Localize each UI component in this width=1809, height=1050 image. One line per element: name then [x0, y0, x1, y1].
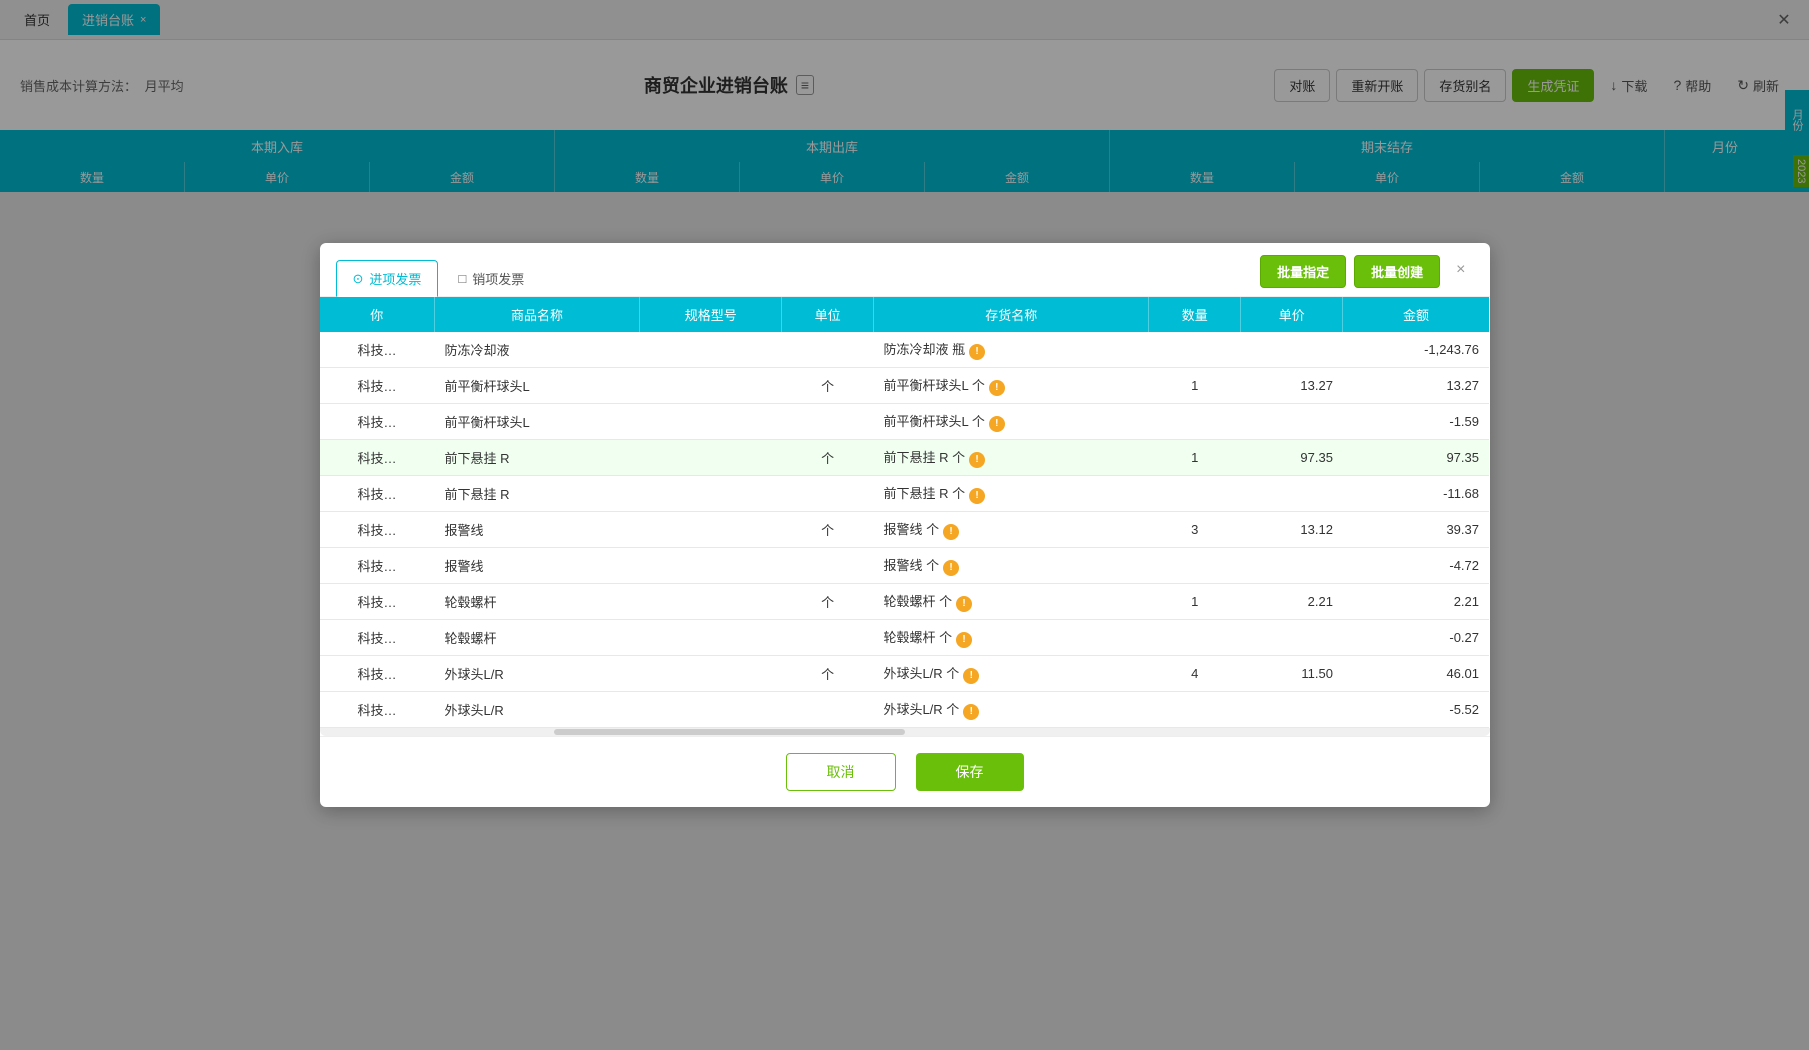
- table-row[interactable]: 科技…前下悬挂 R前下悬挂 R 个!-11.68: [320, 476, 1490, 512]
- th-col8: 金额: [1343, 297, 1489, 332]
- modal-tabs: ⊙ 进项发票 □ 销项发票: [336, 260, 541, 296]
- th-col4: 单位: [782, 297, 874, 332]
- modal-header: ⊙ 进项发票 □ 销项发票 批量指定 批量创建 ×: [320, 243, 1490, 297]
- table-row[interactable]: 科技…前下悬挂 R个前下悬挂 R 个!197.3597.35: [320, 440, 1490, 476]
- th-col7: 单价: [1241, 297, 1343, 332]
- modal-top-btns: 批量指定 批量创建 ×: [1260, 255, 1473, 288]
- save-button[interactable]: 保存: [916, 753, 1024, 791]
- warn-icon: !: [989, 416, 1005, 432]
- warn-icon: !: [956, 596, 972, 612]
- warn-icon: !: [963, 704, 979, 720]
- th-col6: 数量: [1149, 297, 1241, 332]
- modal-overlay: ⊙ 进项发票 □ 销项发票 批量指定 批量创建 × 你 商品名: [0, 0, 1809, 1050]
- scrollbar-thumb[interactable]: [554, 729, 905, 735]
- table-row[interactable]: 科技…防冻冷却液防冻冷却液 瓶!-1,243.76: [320, 332, 1490, 368]
- tab-input-invoice[interactable]: ⊙ 进项发票: [336, 260, 439, 297]
- warn-icon: !: [969, 344, 985, 360]
- table-row[interactable]: 科技…前平衡杆球头L个前平衡杆球头L 个!113.2713.27: [320, 368, 1490, 404]
- modal-close-button[interactable]: ×: [1448, 257, 1473, 283]
- batch-assign-button[interactable]: 批量指定: [1260, 255, 1346, 288]
- modal-table: 你 商品名称 规格型号 单位 存货名称 数量 单价 金额 科技…防冻冷却液防冻冷…: [320, 297, 1490, 728]
- table-row[interactable]: 科技…外球头L/R个外球头L/R 个!411.5046.01: [320, 656, 1490, 692]
- warn-icon: !: [943, 524, 959, 540]
- table-row[interactable]: 科技…报警线报警线 个!-4.72: [320, 548, 1490, 584]
- table-row[interactable]: 科技…外球头L/R外球头L/R 个!-5.52: [320, 692, 1490, 728]
- th-col2: 商品名称: [435, 297, 640, 332]
- th-col5: 存货名称: [873, 297, 1148, 332]
- table-row[interactable]: 科技…轮毂螺杆个轮毂螺杆 个!12.212.21: [320, 584, 1490, 620]
- input-invoice-icon: ⊙: [353, 271, 364, 287]
- th-col3: 规格型号: [640, 297, 782, 332]
- table-row[interactable]: 科技…前平衡杆球头L前平衡杆球头L 个!-1.59: [320, 404, 1490, 440]
- warn-icon: !: [956, 632, 972, 648]
- th-col1: 你: [320, 297, 435, 332]
- cancel-button[interactable]: 取消: [786, 753, 896, 791]
- batch-create-button[interactable]: 批量创建: [1354, 255, 1440, 288]
- warn-icon: !: [969, 488, 985, 504]
- warn-icon: !: [943, 560, 959, 576]
- tab-sales-invoice[interactable]: □ 销项发票: [442, 261, 540, 296]
- table-row[interactable]: 科技…轮毂螺杆轮毂螺杆 个!-0.27: [320, 620, 1490, 656]
- modal-table-wrapper[interactable]: 你 商品名称 规格型号 单位 存货名称 数量 单价 金额 科技…防冻冷却液防冻冷…: [320, 297, 1490, 728]
- modal-dialog: ⊙ 进项发票 □ 销项发票 批量指定 批量创建 × 你 商品名: [320, 243, 1490, 807]
- warn-icon: !: [969, 452, 985, 468]
- sales-invoice-icon: □: [458, 271, 466, 286]
- warn-icon: !: [989, 380, 1005, 396]
- modal-scrollbar[interactable]: [320, 728, 1490, 736]
- modal-footer: 取消 保存: [320, 736, 1490, 807]
- table-row[interactable]: 科技…报警线个报警线 个!313.1239.37: [320, 512, 1490, 548]
- warn-icon: !: [963, 668, 979, 684]
